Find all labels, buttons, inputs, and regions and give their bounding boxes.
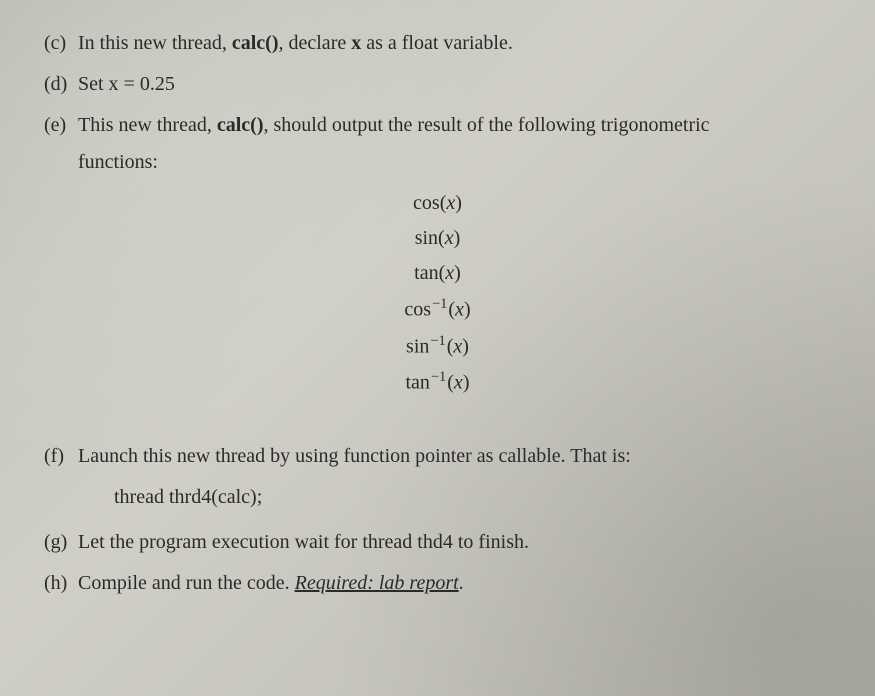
page-content: (c) In this new thread, calc(), declare … bbox=[0, 0, 875, 629]
math-function-list: cos(x) sin(x) tan(x) cos−1(x) sin−1(x) t… bbox=[44, 188, 831, 399]
fn-close: ) bbox=[462, 335, 469, 357]
item-text: This new thread, calc(), should output t… bbox=[78, 110, 831, 141]
text-fragment: Compile and run the code. bbox=[78, 572, 295, 594]
math-expr: tan−1(x) bbox=[44, 366, 831, 399]
list-item-e: (e) This new thread, calc(), should outp… bbox=[44, 110, 831, 141]
code-inline: calc() bbox=[217, 114, 264, 136]
text-fragment: . bbox=[459, 572, 464, 594]
item-label: (g) bbox=[44, 527, 78, 558]
math-expr: cos(x) bbox=[44, 188, 831, 219]
item-label: (e) bbox=[44, 110, 78, 141]
item-text: Let the program execution wait for threa… bbox=[78, 527, 831, 558]
item-label: (f) bbox=[44, 441, 78, 472]
item-text: Launch this new thread by using function… bbox=[78, 441, 831, 472]
math-expr: sin(x) bbox=[44, 223, 831, 254]
item-label: (c) bbox=[44, 28, 78, 59]
fn-name: cos bbox=[404, 299, 431, 321]
item-label: (d) bbox=[44, 69, 78, 100]
fn-name: tan( bbox=[414, 262, 445, 284]
text-fragment: as a float variable. bbox=[361, 32, 513, 54]
list-item-c: (c) In this new thread, calc(), declare … bbox=[44, 28, 831, 59]
fn-arg: x bbox=[455, 299, 464, 321]
fn-sup: −1 bbox=[432, 296, 447, 312]
list-item-h: (h) Compile and run the code. Required: … bbox=[44, 568, 831, 599]
item-text-line2: functions: bbox=[78, 147, 831, 178]
text-fragment: , should output the result of the follow… bbox=[264, 114, 710, 136]
fn-arg: x bbox=[454, 372, 463, 394]
required-text: Required: lab report bbox=[295, 572, 459, 594]
fn-name: tan bbox=[406, 372, 430, 394]
math-expr: cos−1(x) bbox=[44, 293, 831, 326]
fn-sup: −1 bbox=[430, 333, 445, 349]
text-fragment: In this new thread, bbox=[78, 32, 232, 54]
fn-sup: −1 bbox=[431, 369, 446, 385]
fn-open: ( bbox=[447, 372, 454, 394]
code-inline: calc() bbox=[232, 32, 279, 54]
fn-arg: x bbox=[446, 192, 455, 214]
list-item-g: (g) Let the program execution wait for t… bbox=[44, 527, 831, 558]
item-text: Compile and run the code. Required: lab … bbox=[78, 568, 831, 599]
code-line: thread thrd4(calc); bbox=[114, 482, 831, 513]
math-expr: sin−1(x) bbox=[44, 330, 831, 363]
item-label: (h) bbox=[44, 568, 78, 599]
fn-name: sin( bbox=[415, 227, 445, 249]
fn-close: ) bbox=[464, 299, 471, 321]
text-fragment: , declare bbox=[279, 32, 352, 54]
code-inline: x bbox=[351, 32, 361, 54]
fn-close: ) bbox=[463, 372, 470, 394]
math-expr: tan(x) bbox=[44, 258, 831, 289]
fn-arg: x bbox=[445, 227, 454, 249]
fn-name: cos( bbox=[413, 192, 446, 214]
list-item-d: (d) Set x = 0.25 bbox=[44, 69, 831, 100]
fn-close: ) bbox=[455, 192, 462, 214]
item-text: Set x = 0.25 bbox=[78, 69, 831, 100]
fn-name: sin bbox=[406, 335, 429, 357]
list-item-f: (f) Launch this new thread by using func… bbox=[44, 441, 831, 472]
fn-close: ) bbox=[454, 262, 461, 284]
fn-arg: x bbox=[445, 262, 454, 284]
fn-arg: x bbox=[453, 335, 462, 357]
item-text: In this new thread, calc(), declare x as… bbox=[78, 28, 831, 59]
fn-close: ) bbox=[454, 227, 461, 249]
text-fragment: This new thread, bbox=[78, 114, 217, 136]
